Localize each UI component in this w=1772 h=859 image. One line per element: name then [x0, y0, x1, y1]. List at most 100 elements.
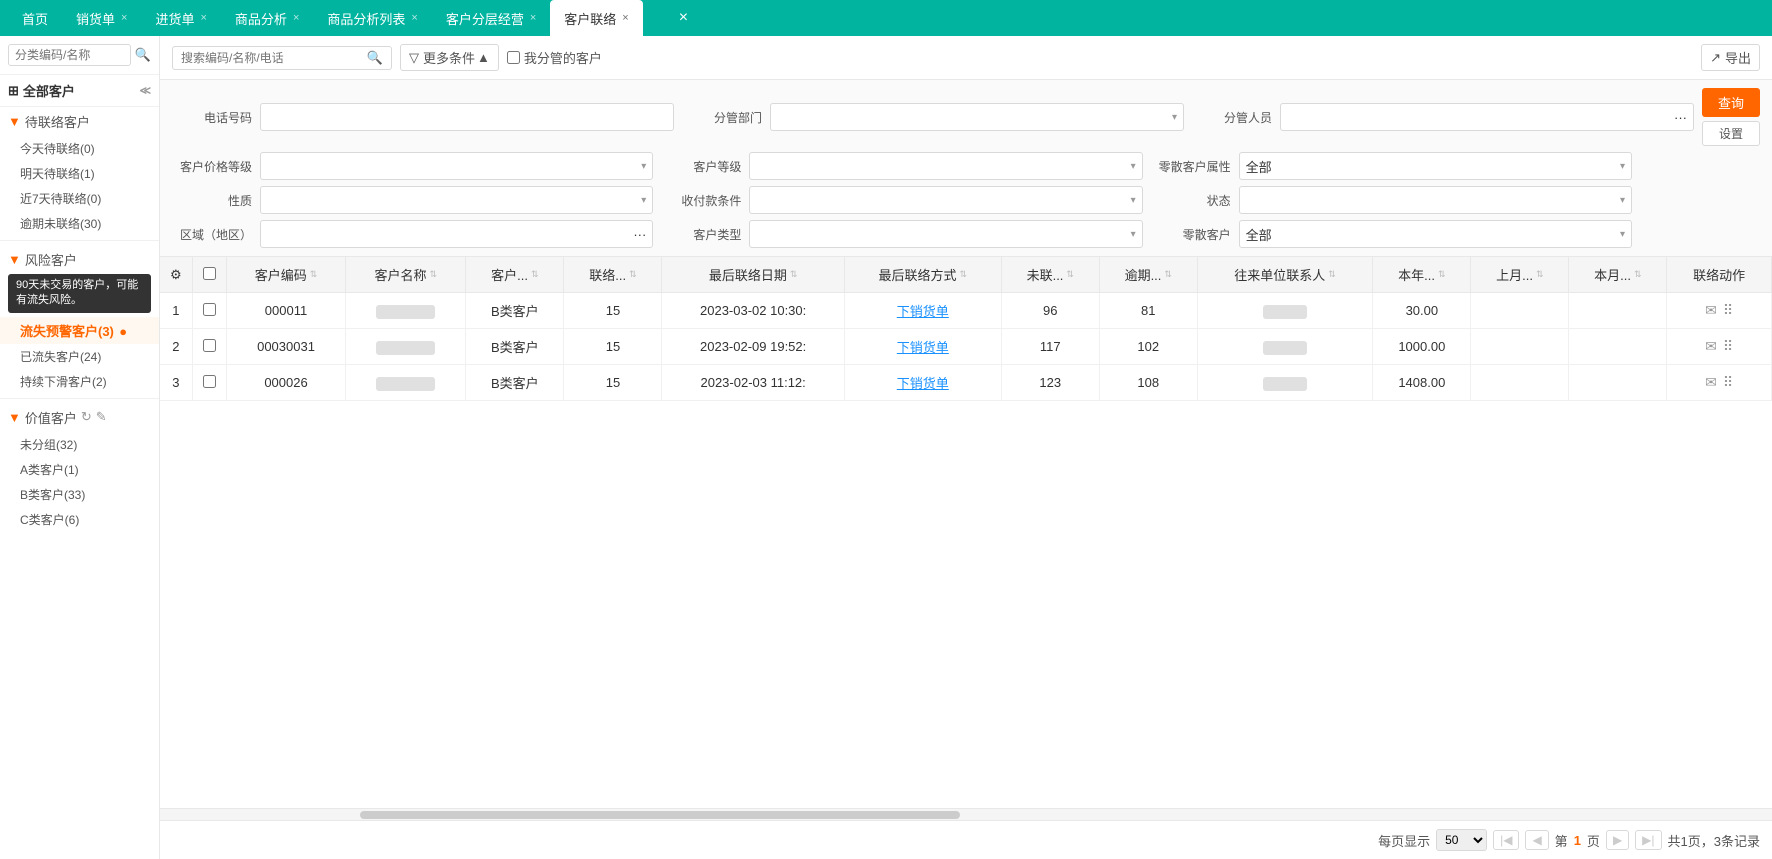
filter-customer-type: 客户类型 ▾ — [661, 220, 1142, 248]
action-contact-icon[interactable]: ✉ — [1705, 302, 1717, 319]
sidebar-divider-2 — [0, 398, 159, 399]
sidebar-group-pending[interactable]: ▼ 待联络客户 — [0, 107, 159, 136]
tab-product-list[interactable]: 商品分析列表 × — [313, 0, 431, 36]
row-code: 00030031 — [226, 329, 346, 365]
row-customer-type: B类客户 — [466, 365, 564, 401]
query-button[interactable]: 查询 — [1702, 88, 1760, 117]
retail-attr-select[interactable]: 全部▾ — [1239, 152, 1632, 180]
close-tab-sales[interactable]: × — [121, 12, 127, 24]
row-name: ██████ — [346, 329, 466, 365]
my-customers-checkbox[interactable] — [507, 51, 520, 64]
retail-customer-select[interactable]: 全部▾ — [1239, 220, 1632, 248]
filter-region: 区域（地区） ··· — [172, 220, 653, 248]
gender-select[interactable]: ▾ — [260, 186, 653, 214]
settings-button[interactable]: 设置 — [1702, 121, 1760, 146]
status-select[interactable]: ▾ — [1239, 186, 1632, 214]
phone-input[interactable] — [260, 103, 674, 131]
th-customer-type-col: 客户...⇅ — [466, 257, 564, 293]
action-more-icon[interactable]: ⠿ — [1723, 374, 1733, 391]
th-checkbox[interactable] — [192, 257, 226, 293]
dept-select[interactable]: ▾ — [770, 103, 1184, 131]
scrollbar-thumb[interactable] — [360, 811, 960, 819]
horizontal-scrollbar[interactable] — [160, 808, 1772, 820]
row-checkbox[interactable] — [203, 375, 216, 388]
sidebar-item-ungrouped[interactable]: 未分组(32) — [0, 432, 159, 457]
sidebar-item-7days[interactable]: 近7天待联络(0) — [0, 186, 159, 211]
tab-customer-contact[interactable]: 客户联络 × — [550, 0, 642, 36]
export-button[interactable]: ↗ 导出 — [1701, 44, 1760, 71]
action-contact-icon[interactable]: ✉ — [1705, 338, 1717, 355]
close-tab-customer-layer[interactable]: × — [530, 12, 536, 24]
prev-page-btn[interactable]: ◀ — [1525, 830, 1548, 850]
row-customer-type: B类客户 — [466, 329, 564, 365]
row-actions: ✉ ⠿ — [1667, 365, 1772, 401]
action-more-icon[interactable]: ⠿ — [1723, 338, 1733, 355]
sidebar-item-b-class[interactable]: B类客户(33) — [0, 482, 159, 507]
filter-bar: 🔍 ▽ 更多条件 ▲ 我分管的客户 ↗ 导出 — [160, 36, 1772, 80]
last-method-link[interactable]: 下销货单 — [897, 304, 949, 319]
search-icon-main[interactable]: 🔍 — [367, 50, 383, 66]
customer-level-select[interactable]: ▾ — [749, 152, 1142, 180]
filter-dept: 分管部门 ▾ — [682, 103, 1184, 131]
sidebar-item-overdue[interactable]: 逾期未联络(30) — [0, 211, 159, 236]
row-checkbox-cell[interactable] — [192, 365, 226, 401]
region-select[interactable]: ··· — [260, 220, 653, 248]
sidebar-search-input[interactable] — [8, 44, 131, 66]
person-select[interactable]: ··· — [1280, 103, 1694, 131]
action-more-icon[interactable]: ⠿ — [1723, 302, 1733, 319]
filter-price-level: 客户价格等级 ▾ — [172, 152, 653, 180]
last-page-btn[interactable]: ▶| — [1635, 830, 1661, 850]
th-settings[interactable]: ⚙ — [160, 257, 192, 293]
select-all-checkbox[interactable] — [203, 267, 216, 280]
search-input[interactable] — [181, 51, 367, 65]
table-row: 3 000026 ██████ B类客户 15 2023-02-03 11:12… — [160, 365, 1772, 401]
refresh-icon[interactable]: ↻ — [81, 409, 92, 425]
last-method-link[interactable]: 下销货单 — [897, 340, 949, 355]
row-checkbox-cell[interactable] — [192, 329, 226, 365]
tab-customer-layer[interactable]: 客户分层经营 × — [432, 0, 550, 36]
sidebar-item-tomorrow[interactable]: 明天待联络(1) — [0, 161, 159, 186]
more-conditions-btn[interactable]: ▽ 更多条件 ▲ — [400, 44, 499, 71]
close-tab-customer-contact[interactable]: × — [622, 12, 628, 24]
sidebar-search-icon[interactable]: 🔍 — [135, 47, 151, 63]
sidebar-item-declining[interactable]: 持续下滑客户(2) — [0, 369, 159, 394]
close-tab-product-analysis[interactable]: × — [293, 12, 299, 24]
tab-sales[interactable]: 销货单 × — [62, 0, 141, 36]
per-page-label: 每页显示 — [1378, 831, 1430, 850]
my-customers-checkbox-label[interactable]: 我分管的客户 — [507, 48, 602, 67]
last-method-link[interactable]: 下销货单 — [897, 376, 949, 391]
sidebar-item-churned[interactable]: 已流失客户(24) — [0, 344, 159, 369]
filter-status: 状态 ▾ — [1151, 186, 1632, 214]
sidebar-all-customers[interactable]: ⊞ 全部客户 ≪ — [0, 75, 159, 107]
customer-type-select[interactable]: ▾ — [749, 220, 1142, 248]
row-actions: ✉ ⠿ — [1667, 293, 1772, 329]
sidebar-item-c-class[interactable]: C类客户(6) — [0, 507, 159, 532]
row-checkbox[interactable] — [203, 303, 216, 316]
per-page-select[interactable]: 50 100 — [1436, 829, 1487, 851]
filter-row-4: 区域（地区） ··· 客户类型 ▾ 零散客户 全部▾ — [172, 220, 1760, 248]
row-last-method: 下销货单 — [844, 329, 1001, 365]
price-level-select[interactable]: ▾ — [260, 152, 653, 180]
sidebar-group-risk[interactable]: ▼ 风险客户 — [0, 245, 159, 274]
tab-product-analysis[interactable]: 商品分析 × — [221, 0, 313, 36]
next-page-btn[interactable]: ▶ — [1606, 830, 1629, 850]
close-tab-product-list[interactable]: × — [411, 12, 417, 24]
first-page-btn[interactable]: |◀ — [1493, 830, 1519, 850]
sidebar-item-today[interactable]: 今天待联络(0) — [0, 136, 159, 161]
action-contact-icon[interactable]: ✉ — [1705, 374, 1717, 391]
close-tab-purchase[interactable]: × — [200, 12, 206, 24]
row-checkbox[interactable] — [203, 339, 216, 352]
tab-purchase[interactable]: 进货单 × — [141, 0, 220, 36]
row-checkbox-cell[interactable] — [192, 293, 226, 329]
customer-table: ⚙ 客户编码⇅ 客户名称⇅ 客户...⇅ 联络...⇅ 最后联络日期⇅ 最后联络… — [160, 257, 1772, 401]
payment-select[interactable]: ▾ — [749, 186, 1142, 214]
close-all-tabs[interactable]: × — [679, 9, 688, 27]
sidebar-item-churn-warning[interactable]: 流失预警客户(3) ● — [0, 317, 159, 344]
edit-icon[interactable]: ✎ — [96, 409, 107, 425]
sidebar-group-value[interactable]: ▼ 价值客户 ↻ ✎ — [0, 403, 159, 432]
arrow-icon-3: ▼ — [8, 410, 21, 425]
tab-home[interactable]: 首页 — [8, 0, 62, 36]
sidebar-item-a-class[interactable]: A类客户(1) — [0, 457, 159, 482]
arrow-icon: ▼ — [8, 114, 21, 129]
row-name: ██████ — [346, 365, 466, 401]
